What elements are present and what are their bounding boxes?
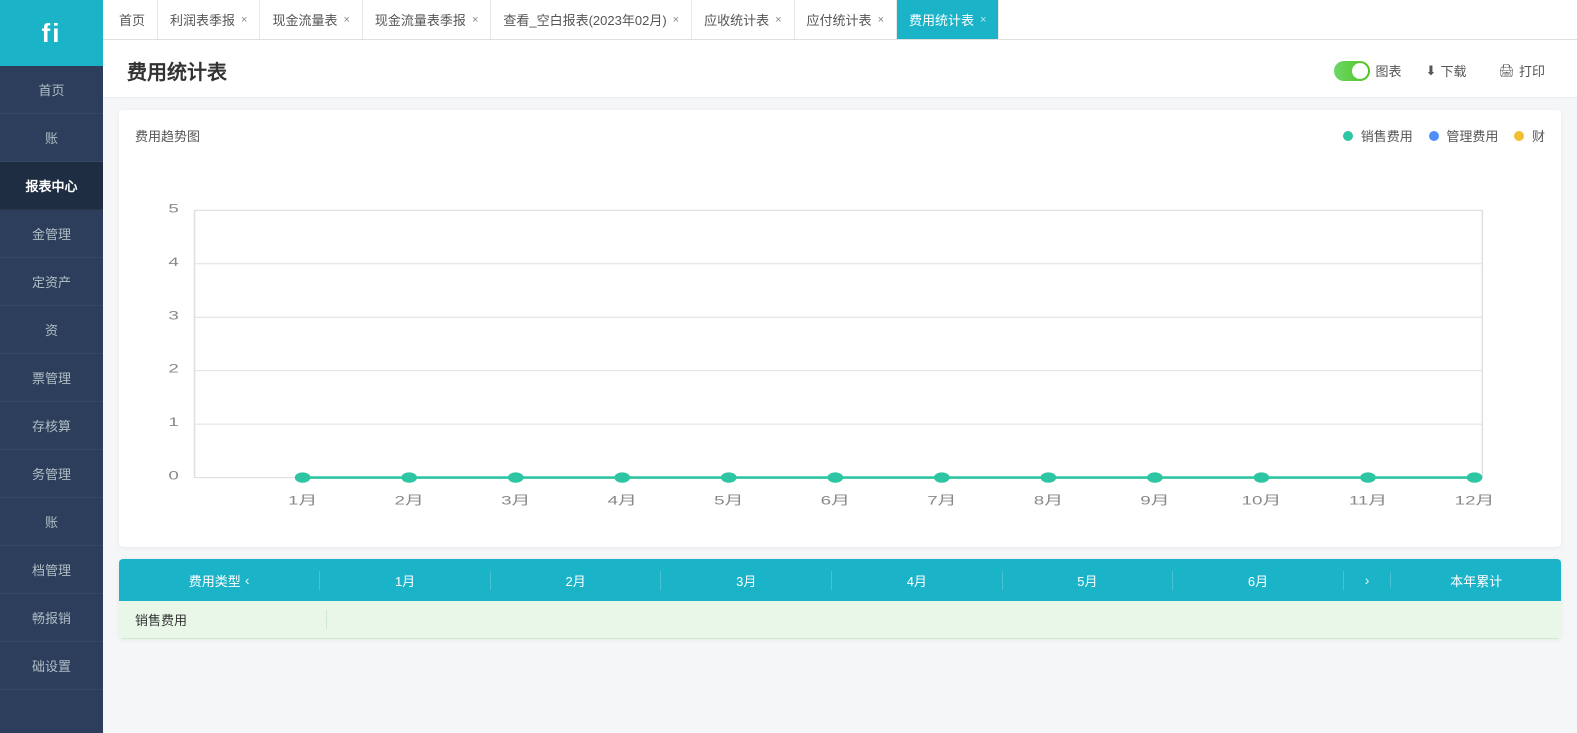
svg-text:2月: 2月 [395,494,424,507]
prev-month-arrow[interactable]: ‹ [245,572,250,588]
legend-finance: 财 [1514,126,1545,145]
legend-dot-admin [1429,131,1439,141]
data-point [827,472,843,482]
svg-text:1: 1 [168,416,179,429]
th-month-4: 4月 [832,571,1003,590]
svg-text:3: 3 [168,309,179,322]
svg-text:1月: 1月 [288,494,317,507]
tab-home[interactable]: 首页 [107,0,158,40]
data-point [721,472,737,482]
tab-bar: 首页 利润表季报 × 现金流量表 × 现金流量表季报 × 查看_空白报表(202… [103,0,1577,40]
data-point [1360,472,1376,482]
tab-receivable[interactable]: 应收统计表 × [692,0,794,40]
table-row: 销售费用 [119,601,1561,639]
sidebar-item-fixed-assets[interactable]: 定资产 [0,258,103,306]
print-button[interactable]: 🖨 打印 [1490,57,1553,84]
data-point [1467,472,1483,482]
sidebar-item-accounts[interactable]: 账 [0,498,103,546]
sidebar-item-service-mgmt[interactable]: 务管理 [0,450,103,498]
sidebar-item-settings[interactable]: 础设置 [0,642,103,690]
page-header: 费用统计表 图表 ⬇ 下载 🖨 打印 [103,40,1577,98]
data-point [295,472,311,482]
close-tab-cashflow[interactable]: × [343,14,349,26]
sidebar-item-capital[interactable]: 资 [0,306,103,354]
sidebar-item-cash-mgmt[interactable]: 金管理 [0,210,103,258]
svg-text:10月: 10月 [1242,494,1282,507]
close-tab-cashflow-quarterly[interactable]: × [472,14,478,26]
th-month-3: 3月 [661,571,832,590]
legend-admin: 管理费用 [1429,126,1499,145]
svg-text:4月: 4月 [608,494,637,507]
close-tab-profit-quarterly[interactable]: × [241,14,247,26]
sidebar-item-inventory[interactable]: 存核算 [0,402,103,450]
print-icon: 🖨 [1498,63,1515,79]
th-month-1: 1月 [320,571,491,590]
content-area: 费用统计表 图表 ⬇ 下载 🖨 打印 [103,40,1577,733]
svg-text:12月: 12月 [1455,494,1495,507]
svg-text:5月: 5月 [714,494,743,507]
main-area: 首页 利润表季报 × 现金流量表 × 现金流量表季报 × 查看_空白报表(202… [103,0,1577,733]
download-icon: ⬇ [1426,63,1437,79]
next-month-arrow[interactable]: › [1365,572,1370,588]
svg-text:6月: 6月 [821,494,850,507]
chart-toggle-label: 图表 [1376,61,1402,80]
svg-text:4: 4 [168,256,179,269]
svg-text:8月: 8月 [1034,494,1063,507]
svg-text:0: 0 [168,470,179,483]
th-month-2: 2月 [491,571,662,590]
chart-toggle-wrap[interactable]: 图表 [1334,61,1402,81]
data-point [1147,472,1163,482]
data-point [508,472,524,482]
svg-text:9月: 9月 [1140,494,1169,507]
data-point [1041,472,1057,482]
svg-text:7月: 7月 [927,494,956,507]
data-point [401,472,417,482]
close-tab-payable[interactable]: × [878,14,884,26]
page-title: 费用统计表 [127,56,227,85]
svg-text:11月: 11月 [1349,494,1387,507]
sidebar-item-report-center[interactable]: 报表中心 [0,162,103,210]
th-type: 费用类型 ‹ [119,571,320,590]
sidebar-item-ledger[interactable]: 账 [0,114,103,162]
header-actions: 图表 ⬇ 下载 🖨 打印 [1334,57,1553,84]
sidebar-item-invoice-mgmt[interactable]: 票管理 [0,354,103,402]
th-month-5: 5月 [1003,571,1174,590]
close-tab-expense-stats[interactable]: × [980,14,986,26]
next-month-cell: › [1344,572,1392,588]
tab-cashflow-quarterly[interactable]: 现金流量表季报 × [363,0,491,40]
th-month-6: 6月 [1173,571,1344,590]
data-point [614,472,630,482]
th-yearly-total: 本年累计 [1391,571,1561,590]
svg-text:2: 2 [168,363,179,376]
tab-profit-quarterly[interactable]: 利润表季报 × [158,0,260,40]
sidebar-logo: fi [0,0,103,66]
chart-area: 0 1 2 3 4 5 1月 2月 [135,161,1545,531]
tab-expense-stats[interactable]: 费用统计表 × [897,0,999,40]
legend-dot-finance [1514,131,1524,141]
legend-dot-sales [1343,131,1353,141]
tab-payable[interactable]: 应付统计表 × [795,0,897,40]
sidebar-item-expense[interactable]: 畅报销 [0,594,103,642]
close-tab-blank-report[interactable]: × [673,14,679,26]
td-type: 销售费用 [119,610,327,629]
data-point [1254,472,1270,482]
download-button[interactable]: ⬇ 下载 [1418,57,1475,84]
chart-legend: 销售费用 管理费用 财 [1343,126,1545,145]
svg-text:3月: 3月 [501,494,530,507]
chart-svg: 0 1 2 3 4 5 1月 2月 [135,161,1545,531]
tab-cashflow[interactable]: 现金流量表 × [260,0,362,40]
chart-section: 销售费用 管理费用 财 费用趋势图 0 1 [119,110,1561,547]
chart-title: 费用趋势图 [135,126,1545,145]
table-header: 费用类型 ‹ 1月 2月 3月 4月 5月 [119,559,1561,601]
sidebar-item-archive[interactable]: 档管理 [0,546,103,594]
close-tab-receivable[interactable]: × [775,14,781,26]
chart-toggle[interactable] [1334,61,1370,81]
sidebar-item-home[interactable]: 首页 [0,66,103,114]
table-section: 费用类型 ‹ 1月 2月 3月 4月 5月 [119,559,1561,639]
data-point [934,472,950,482]
legend-sales: 销售费用 [1343,126,1413,145]
tab-blank-report[interactable]: 查看_空白报表(2023年02月) × [491,0,692,40]
svg-text:5: 5 [168,202,179,215]
sidebar: fi 首页 账 报表中心 金管理 定资产 资 票管理 存核算 务管理 账 档管理… [0,0,103,733]
